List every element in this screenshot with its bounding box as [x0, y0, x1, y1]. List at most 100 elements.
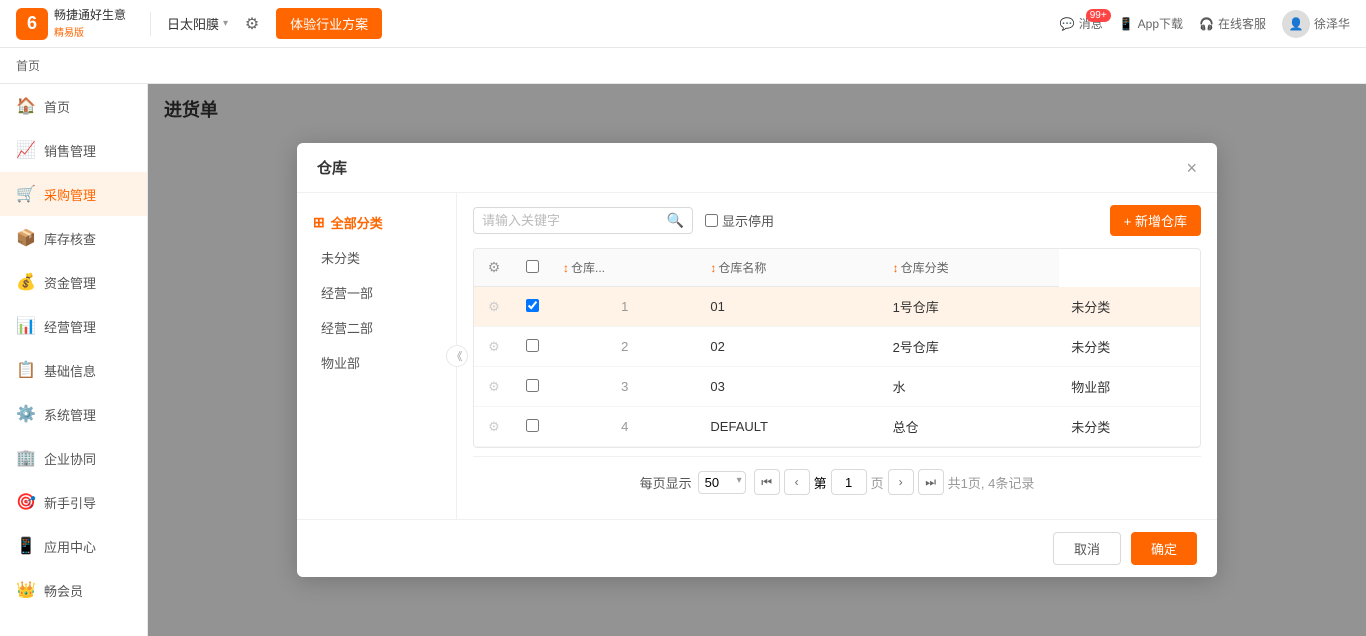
modal-title: 仓库	[317, 157, 347, 178]
last-page-button[interactable]: ⏭	[918, 469, 944, 495]
logo-name: 畅捷通好生意	[54, 8, 126, 24]
row-category: 未分类	[1059, 287, 1200, 327]
row-actions: ⚙	[474, 327, 514, 367]
row-checkbox[interactable]	[526, 419, 539, 432]
corp-icon: 🏢	[16, 448, 36, 468]
select-all-checkbox[interactable]	[526, 260, 539, 273]
pagination: 每页显示 50 100 200 ⏮	[473, 456, 1201, 507]
category-operations-2[interactable]: 经营二部	[297, 310, 456, 345]
category-unclassified[interactable]: 未分类	[297, 240, 456, 275]
gear-row-icon: ⚙	[488, 379, 500, 394]
panel-collapse-button[interactable]: 《	[446, 345, 468, 367]
row-num: 1	[551, 287, 698, 327]
sidebar-item-home[interactable]: 🏠 首页	[0, 84, 147, 128]
next-page-button[interactable]: ›	[888, 469, 914, 495]
sidebar-item-corp[interactable]: 🏢 企业协同	[0, 436, 147, 480]
table-row[interactable]: ⚙ 1 01 1号仓库 未分类	[474, 287, 1200, 327]
table-row[interactable]: ⚙ 3 03 水 物业部	[474, 367, 1200, 407]
table: ⚙ ↕仓库... ↕仓库名称 ↕仓库分类 ⚙	[474, 249, 1200, 447]
category-panel: ⊞ 全部分类 未分类 经营一部 经营二部 物业部 《	[297, 193, 457, 519]
sidebar-item-inventory[interactable]: 📦 库存核查	[0, 216, 147, 260]
category-operations-1[interactable]: 经营一部	[297, 275, 456, 310]
guide-icon: 🎯	[16, 492, 36, 512]
show-disabled-checkbox[interactable]	[705, 214, 718, 227]
search-bar: 🔍 显示停用 + 新增仓库	[473, 205, 1201, 236]
confirm-button[interactable]: 确定	[1131, 532, 1197, 565]
row-num: 4	[551, 407, 698, 447]
sidebar-item-member[interactable]: 👑 畅会员	[0, 568, 147, 612]
table-row[interactable]: ⚙ 2 02 2号仓库 未分类	[474, 327, 1200, 367]
store-selector[interactable]: 日太阳膜 ▾	[159, 10, 236, 37]
modal-close-button[interactable]: ×	[1186, 159, 1197, 177]
layout: 🏠 首页 📈 销售管理 🛒 采购管理 📦 库存核查 💰 资金管理 📊 经营管理 …	[0, 84, 1366, 636]
row-num: 3	[551, 367, 698, 407]
sidebar-item-base[interactable]: 📋 基础信息	[0, 348, 147, 392]
row-category: 未分类	[1059, 407, 1200, 447]
row-check[interactable]	[514, 367, 551, 407]
page-nav: ⏮ ‹ 第 页 › ⏭ 共1页, 4条记录	[754, 469, 1035, 495]
app-download-button[interactable]: 📱 App下载	[1119, 15, 1183, 32]
page-input[interactable]	[831, 469, 867, 495]
sidebar-item-operation[interactable]: 📊 经营管理	[0, 304, 147, 348]
table-header: ⚙ ↕仓库... ↕仓库名称 ↕仓库分类	[474, 249, 1200, 287]
prev-page-button[interactable]: ‹	[784, 469, 810, 495]
row-check[interactable]	[514, 407, 551, 447]
warehouse-list-panel: 🔍 显示停用 + 新增仓库	[457, 193, 1217, 519]
sidebar-item-sales[interactable]: 📈 销售管理	[0, 128, 147, 172]
row-checkbox[interactable]	[526, 379, 539, 392]
table-row[interactable]: ⚙ 4 DEFAULT 总仓 未分类	[474, 407, 1200, 447]
sales-icon: 📈	[16, 140, 36, 160]
search-icon[interactable]: 🔍	[667, 212, 684, 229]
settings-icon[interactable]: ⚙	[236, 8, 268, 40]
topbar: 6 畅捷通好生意 精易版 日太阳膜 ▾ ⚙ 体验行业方案 💬 消息 99+ 📱 …	[0, 0, 1366, 48]
first-page-button[interactable]: ⏮	[754, 469, 780, 495]
row-checkbox[interactable]	[526, 339, 539, 352]
member-icon: 👑	[16, 580, 36, 600]
app-logo: 6 畅捷通好生意 精易版	[16, 8, 126, 40]
add-warehouse-button[interactable]: + 新增仓库	[1110, 205, 1201, 236]
page-size-select[interactable]: 50 100 200	[698, 471, 746, 494]
row-num: 2	[551, 327, 698, 367]
category-property[interactable]: 物业部	[297, 345, 456, 380]
page-label-post: 页	[871, 473, 884, 492]
sidebar-item-purchase[interactable]: 🛒 采购管理	[0, 172, 147, 216]
breadcrumb-home[interactable]: 首页	[16, 57, 40, 74]
home-icon: 🏠	[16, 96, 36, 116]
page-size-selector[interactable]: 50 100 200	[698, 471, 746, 494]
th-category: ↕仓库分类	[881, 249, 1060, 287]
messages-button[interactable]: 💬 消息 99+	[1060, 15, 1103, 32]
user-menu[interactable]: 👤 徐泽华	[1282, 10, 1350, 38]
sidebar-item-finance[interactable]: 💰 资金管理	[0, 260, 147, 304]
row-name: 总仓	[881, 407, 1060, 447]
modal-body: ⊞ 全部分类 未分类 经营一部 经营二部 物业部 《	[297, 193, 1217, 519]
row-category: 未分类	[1059, 327, 1200, 367]
online-service-button[interactable]: 🎧 在线客服	[1199, 15, 1266, 32]
modal-header: 仓库 ×	[297, 143, 1217, 193]
sidebar-item-system[interactable]: ⚙️ 系统管理	[0, 392, 147, 436]
sidebar-item-guide[interactable]: 🎯 新手引导	[0, 480, 147, 524]
row-check[interactable]	[514, 327, 551, 367]
row-actions: ⚙	[474, 287, 514, 327]
gear-row-icon: ⚙	[488, 339, 500, 354]
modal-footer: 取消 确定	[297, 519, 1217, 577]
all-category-item[interactable]: ⊞ 全部分类	[297, 205, 456, 240]
search-input-wrap: 🔍	[473, 207, 693, 234]
sidebar: 🏠 首页 📈 销售管理 🛒 采购管理 📦 库存核查 💰 资金管理 📊 经营管理 …	[0, 84, 148, 636]
cancel-button[interactable]: 取消	[1053, 532, 1121, 565]
logo-badge: 精易版	[54, 24, 126, 39]
row-checkbox[interactable]	[526, 299, 539, 312]
search-input[interactable]	[482, 213, 667, 228]
th-code: ↕仓库...	[551, 249, 698, 287]
store-name: 日太阳膜	[167, 14, 219, 33]
app-icon: 📱	[1119, 17, 1134, 31]
modal-overlay: 仓库 × ⊞ 全部分类 未分类 经营一部 经营二部 物业部	[148, 84, 1366, 636]
purchase-icon: 🛒	[16, 184, 36, 204]
row-check[interactable]	[514, 287, 551, 327]
message-badge: 99+	[1086, 9, 1111, 22]
solution-button[interactable]: 体验行业方案	[276, 8, 382, 39]
row-actions: ⚙	[474, 367, 514, 407]
row-code: 01	[698, 287, 880, 327]
th-checkbox	[514, 249, 551, 287]
sidebar-item-app[interactable]: 📱 应用中心	[0, 524, 147, 568]
page-size-wrap: 每页显示 50 100 200	[640, 471, 746, 494]
